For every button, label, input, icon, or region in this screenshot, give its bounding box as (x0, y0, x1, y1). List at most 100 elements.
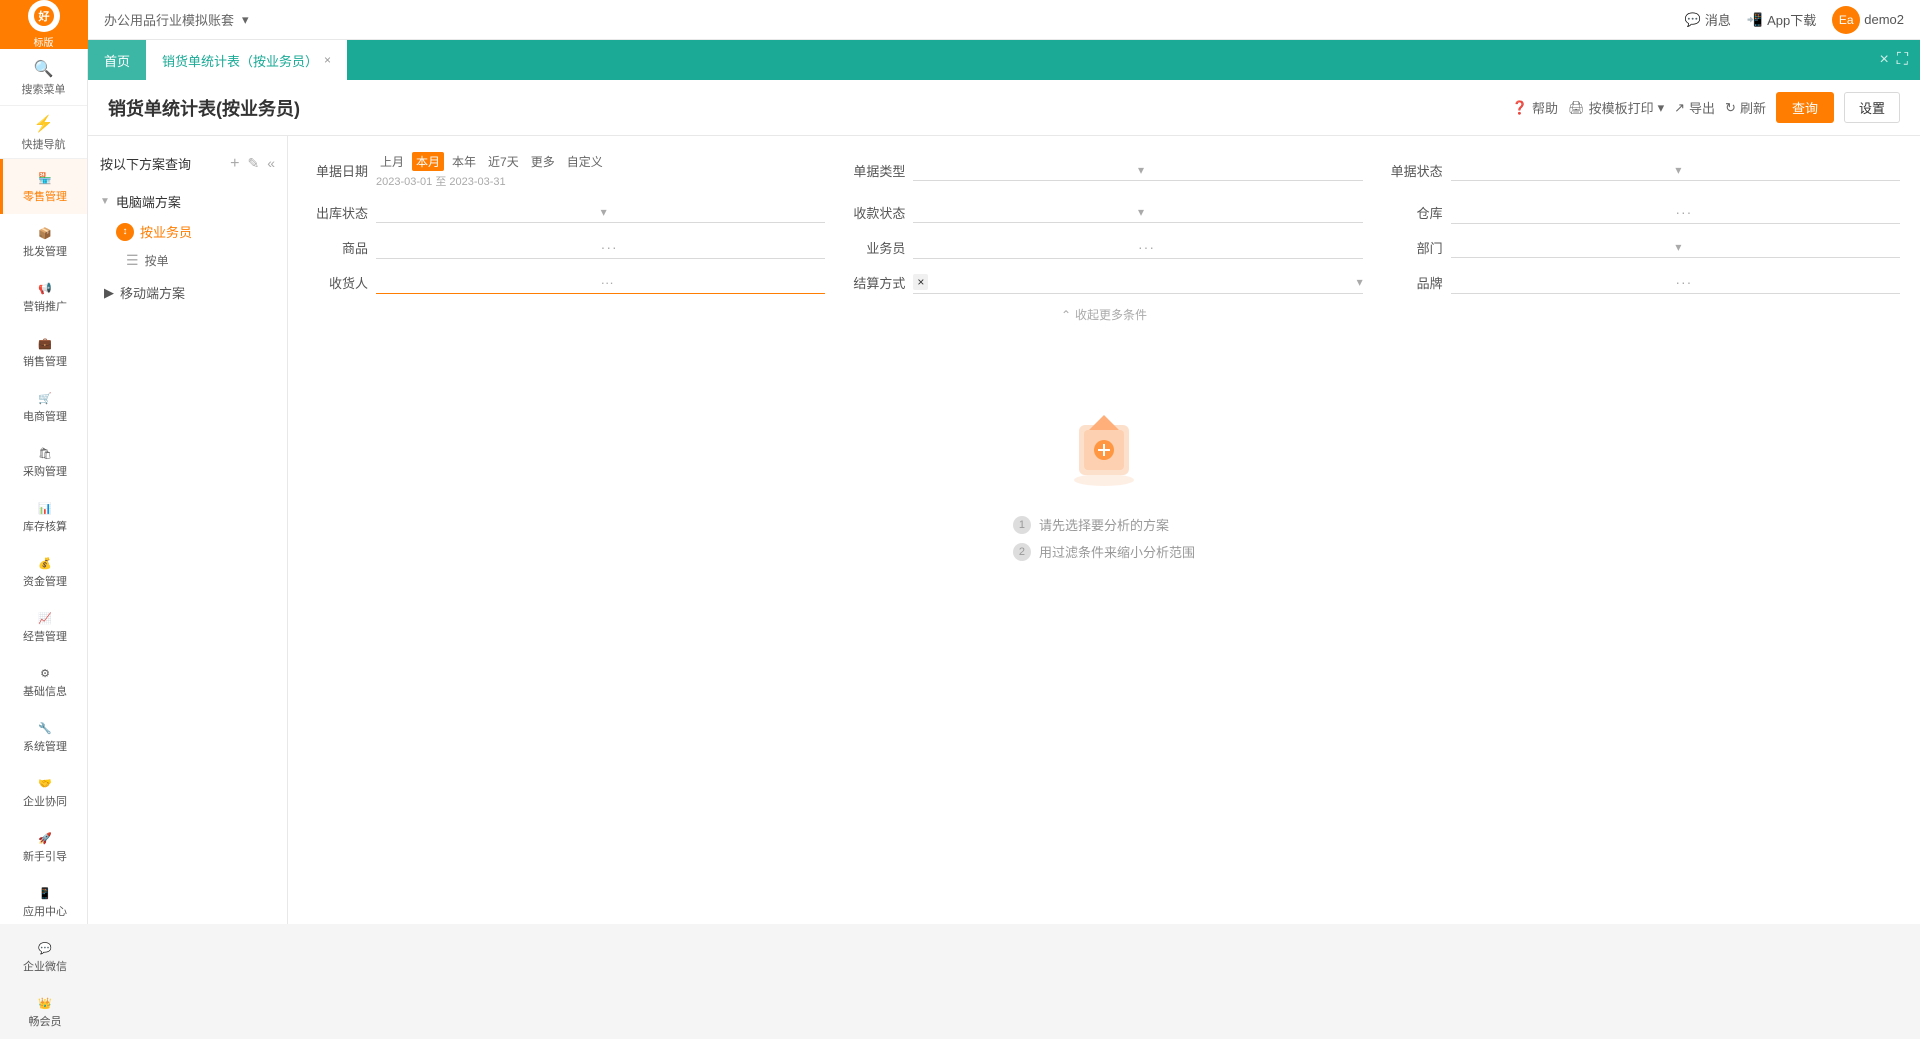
collapse-arrow-icon: ⌃ (1061, 308, 1071, 322)
topbar-right: 💬 消息 📲 App下载 Ea demo2 (1685, 6, 1904, 34)
print-btn[interactable]: 🖨 按模板打印 ▾ (1568, 98, 1664, 117)
help-icon: ❓ (1512, 100, 1528, 116)
sidebar-item-basic[interactable]: ⚙ 基础信息 (0, 654, 87, 709)
sales-icon: 💼 (38, 337, 52, 350)
sidebar-item-finance[interactable]: 💰 资金管理 (0, 544, 87, 599)
tip-2-num: 2 (1013, 543, 1031, 561)
date-tab-this-year[interactable]: 本年 (448, 152, 480, 171)
sidebar-item-member[interactable]: 👑 畅会员 (0, 984, 87, 1039)
department-label: 部门 (1383, 238, 1443, 257)
tab-home-label: 首页 (104, 51, 130, 70)
query-btn[interactable]: 查询 (1776, 92, 1834, 123)
sidebar-item-wholesale[interactable]: 📦 批发管理 (0, 214, 87, 269)
enterprise-icon: 🤝 (38, 777, 52, 790)
page-content: 销货单统计表(按业务员) ❓ 帮助 🖨 按模板打印 ▾ ↗ 导出 (88, 80, 1920, 924)
sidebar-item-operations[interactable]: 📈 经营管理 (0, 599, 87, 654)
date-tab-custom[interactable]: 自定义 (563, 152, 607, 171)
sidebar-item-marketing[interactable]: 📢 营销推广 (0, 269, 87, 324)
basic-icon: ⚙ (40, 667, 50, 680)
operations-label: 经营管理 (23, 628, 67, 644)
doc-status-label: 单据状态 (1383, 161, 1443, 180)
finance-icon: 💰 (38, 557, 52, 570)
retail-icon: 🏪 (38, 172, 52, 185)
retail-label: 零售管理 (23, 188, 67, 204)
sidebar-item-purchase[interactable]: 🛍 采购管理 (0, 434, 87, 489)
scheme-item-salesperson[interactable]: ↕ 按业务员 (88, 216, 287, 247)
brand-select[interactable]: ··· (1451, 271, 1900, 294)
purchase-icon: 🛍 (38, 447, 52, 460)
app-download-btn[interactable]: 📲 App下载 (1747, 10, 1816, 29)
tab-close-icon[interactable]: × (324, 53, 331, 67)
collapse-bar[interactable]: ⌃ 收起更多条件 (308, 294, 1900, 335)
goods-label: 商品 (308, 238, 368, 257)
doc-status-control: ▾ (1451, 160, 1900, 181)
app-logo: 好 标版 (0, 0, 88, 49)
member-icon: 👑 (38, 997, 52, 1010)
salesperson-select[interactable]: ··· (913, 236, 1362, 259)
print-dropdown-icon[interactable]: ▾ (1658, 100, 1665, 116)
topbar-left: 办公用品行业模拟账套 ▾ (104, 10, 249, 29)
marketing-label: 营销推广 (23, 298, 67, 314)
settlement-tag-close[interactable]: × (917, 275, 924, 289)
warehouse-select[interactable]: ··· (1451, 201, 1900, 224)
doc-status-select[interactable]: ▾ (1451, 160, 1900, 181)
user-profile[interactable]: Ea demo2 (1832, 6, 1904, 34)
mobile-scheme-label: 移动端方案 (120, 283, 185, 302)
pc-scheme-title[interactable]: ▼ 电脑端方案 (88, 187, 287, 216)
help-btn[interactable]: ❓ 帮助 (1512, 98, 1558, 117)
date-tab-7days[interactable]: 近7天 (484, 152, 523, 171)
doc-type-select[interactable]: ▾ (913, 160, 1362, 181)
sidebar-item-retail[interactable]: 🏪 零售管理 (0, 159, 87, 214)
collection-status-chevron: ▾ (1138, 205, 1363, 219)
panel-add-icon[interactable]: + (230, 155, 239, 173)
sidebar-item-system[interactable]: 🔧 系统管理 (0, 709, 87, 764)
mobile-scheme[interactable]: ▶ 移动端方案 (88, 278, 287, 307)
filter-ship-status: 出库状态 ▾ (308, 201, 825, 224)
collection-status-select[interactable]: ▾ (913, 202, 1362, 223)
quick-nav-label: 快捷导航 (22, 136, 66, 152)
sidebar-item-inventory[interactable]: 📊 库存核算 (0, 489, 87, 544)
ship-status-chevron: ▾ (601, 205, 826, 219)
sidebar-item-search[interactable]: 🔍 搜索菜单 (0, 49, 87, 106)
date-control: 上月 本月 本年 近7天 更多 自定义 2023-03-01 至 2023-03… (376, 152, 825, 189)
filter-department: 部门 ▾ (1383, 236, 1900, 259)
sidebar-item-guide[interactable]: 🚀 新手引导 (0, 819, 87, 874)
settlement-tag: × (913, 274, 928, 290)
sidebar-item-enterprise[interactable]: 🤝 企业协同 (0, 764, 87, 819)
sidebar-item-sales[interactable]: 💼 销售管理 (0, 324, 87, 379)
tab-home[interactable]: 首页 (88, 40, 146, 80)
goods-select[interactable]: ··· (376, 236, 825, 259)
export-btn[interactable]: ↗ 导出 (1674, 98, 1715, 117)
message-icon: 💬 (1685, 12, 1701, 28)
panel-collapse-icon[interactable]: « (267, 155, 275, 173)
receiver-input[interactable]: ··· (376, 272, 825, 294)
download-icon: 📲 (1747, 12, 1763, 28)
panel-edit-icon[interactable]: ✎ (247, 155, 259, 173)
warehouse-control: ··· (1451, 201, 1900, 224)
date-tab-this-month[interactable]: 本月 (412, 152, 444, 171)
filter-collection-status: 收款状态 ▾ (845, 201, 1362, 224)
message-btn[interactable]: 💬 消息 (1685, 10, 1731, 29)
settlement-select[interactable]: × ▾ (913, 271, 1362, 294)
sidebar-item-wechat[interactable]: 💬 企业微信 (0, 929, 87, 984)
tab-fullscreen-icon[interactable]: ⛶ (1897, 51, 1908, 69)
date-tab-last-month[interactable]: 上月 (376, 152, 408, 171)
breadcrumb-dropdown[interactable]: ▾ (242, 12, 249, 28)
scheme-sub-item-order[interactable]: ☰ 按单 (88, 247, 287, 274)
sidebar-item-app-center[interactable]: 📱 应用中心 (0, 874, 87, 929)
tab-sales-stat[interactable]: 销货单统计表（按业务员） × (146, 40, 347, 80)
wechat-icon: 💬 (38, 942, 52, 955)
enterprise-label: 企业协同 (23, 793, 67, 809)
tab-close-window-icon[interactable]: × (1879, 51, 1888, 69)
empty-state: 1 请先选择要分析的方案 2 用过滤条件来缩小分析范围 (308, 335, 1900, 621)
sidebar-item-ecommerce[interactable]: 🛒 电商管理 (0, 379, 87, 434)
date-tab-more[interactable]: 更多 (527, 152, 559, 171)
settings-btn[interactable]: 设置 (1844, 92, 1900, 123)
department-select[interactable]: ▾ (1451, 237, 1900, 258)
refresh-btn[interactable]: ↻ 刷新 (1725, 98, 1766, 117)
sales-label: 销售管理 (23, 353, 67, 369)
ship-status-select[interactable]: ▾ (376, 202, 825, 223)
filter-date: 单据日期 上月 本月 本年 近7天 更多 自定义 20 (308, 152, 825, 189)
filter-doc-status: 单据状态 ▾ (1383, 152, 1900, 189)
sidebar-item-quick-nav[interactable]: ⚡ 快捷导航 (0, 106, 87, 159)
